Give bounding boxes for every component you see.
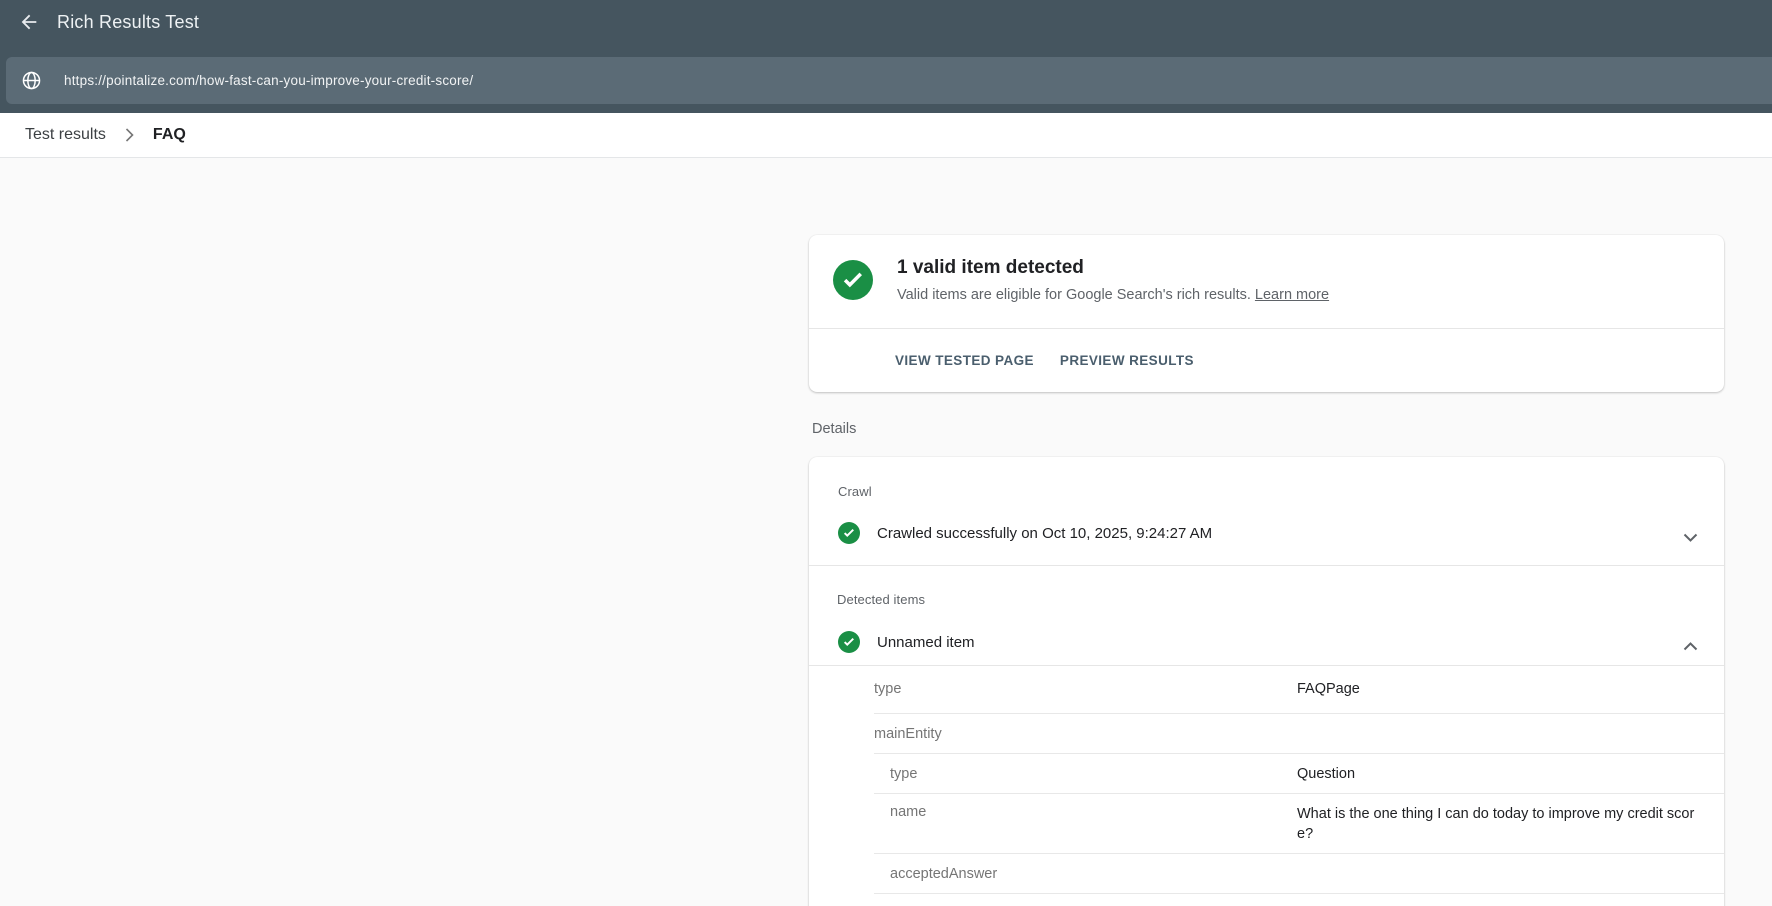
table-row: type Question bbox=[874, 754, 1724, 794]
property-key: mainEntity bbox=[874, 726, 1297, 742]
preview-results-button[interactable]: PREVIEW RESULTS bbox=[1060, 347, 1194, 374]
property-key: type bbox=[874, 766, 1297, 782]
detected-items-label: Detected items bbox=[837, 592, 925, 607]
details-section-label: Details bbox=[812, 421, 856, 437]
table-row: type FAQPage bbox=[874, 665, 1724, 714]
check-circle-icon bbox=[833, 260, 873, 305]
check-circle-icon bbox=[838, 631, 860, 658]
breadcrumb-test-results[interactable]: Test results bbox=[25, 126, 106, 144]
table-row: mainEntity bbox=[874, 714, 1724, 754]
summary-subtitle: Valid items are eligible for Google Sear… bbox=[897, 287, 1251, 303]
chevron-up-icon[interactable] bbox=[1683, 638, 1698, 656]
url-input[interactable]: https://pointalize.com/how-fast-can-you-… bbox=[6, 57, 1772, 104]
property-key: acceptedAnswer bbox=[874, 866, 1297, 882]
table-row: name What is the one thing I can do toda… bbox=[874, 794, 1724, 854]
globe-icon bbox=[21, 70, 42, 91]
unnamed-item-row[interactable]: Unnamed item bbox=[809, 620, 1724, 664]
crawl-status-row[interactable]: Crawled successfully on Oct 10, 2025, 9:… bbox=[809, 511, 1724, 555]
page-title: Rich Results Test bbox=[57, 12, 199, 33]
property-key: name bbox=[874, 804, 1297, 820]
property-value: FAQPage bbox=[1297, 679, 1709, 699]
detected-item-name: Unnamed item bbox=[877, 634, 975, 651]
summary-main: 1 valid item detected Valid items are el… bbox=[809, 235, 1724, 328]
crawl-label: Crawl bbox=[838, 484, 872, 499]
learn-more-link[interactable]: Learn more bbox=[1255, 287, 1329, 303]
property-table: type FAQPage mainEntity type Question na… bbox=[874, 665, 1724, 894]
breadcrumb: Test results FAQ bbox=[0, 113, 1772, 158]
summary-actions: VIEW TESTED PAGE PREVIEW RESULTS bbox=[809, 328, 1724, 392]
property-value: What is the one thing I can do today to … bbox=[1297, 804, 1709, 844]
property-value: Question bbox=[1297, 764, 1709, 784]
view-tested-page-button[interactable]: VIEW TESTED PAGE bbox=[895, 347, 1034, 374]
breadcrumb-faq: FAQ bbox=[153, 126, 186, 144]
property-key: type bbox=[874, 681, 1297, 697]
details-card: Crawl Crawled successfully on Oct 10, 20… bbox=[809, 457, 1724, 906]
check-circle-icon bbox=[838, 522, 860, 549]
crawl-status-text: Crawled successfully on Oct 10, 2025, 9:… bbox=[877, 525, 1212, 542]
chevron-right-icon bbox=[125, 128, 134, 142]
chevron-down-icon[interactable] bbox=[1683, 529, 1698, 547]
table-row: acceptedAnswer bbox=[874, 854, 1724, 894]
app-header: Rich Results Test https://pointalize.com… bbox=[0, 0, 1772, 113]
url-text: https://pointalize.com/how-fast-can-you-… bbox=[64, 73, 473, 88]
back-arrow-icon[interactable] bbox=[17, 10, 41, 34]
title-row: Rich Results Test bbox=[0, 0, 1772, 44]
summary-title: 1 valid item detected bbox=[897, 254, 1700, 281]
summary-card: 1 valid item detected Valid items are el… bbox=[809, 235, 1724, 392]
divider bbox=[809, 565, 1724, 566]
